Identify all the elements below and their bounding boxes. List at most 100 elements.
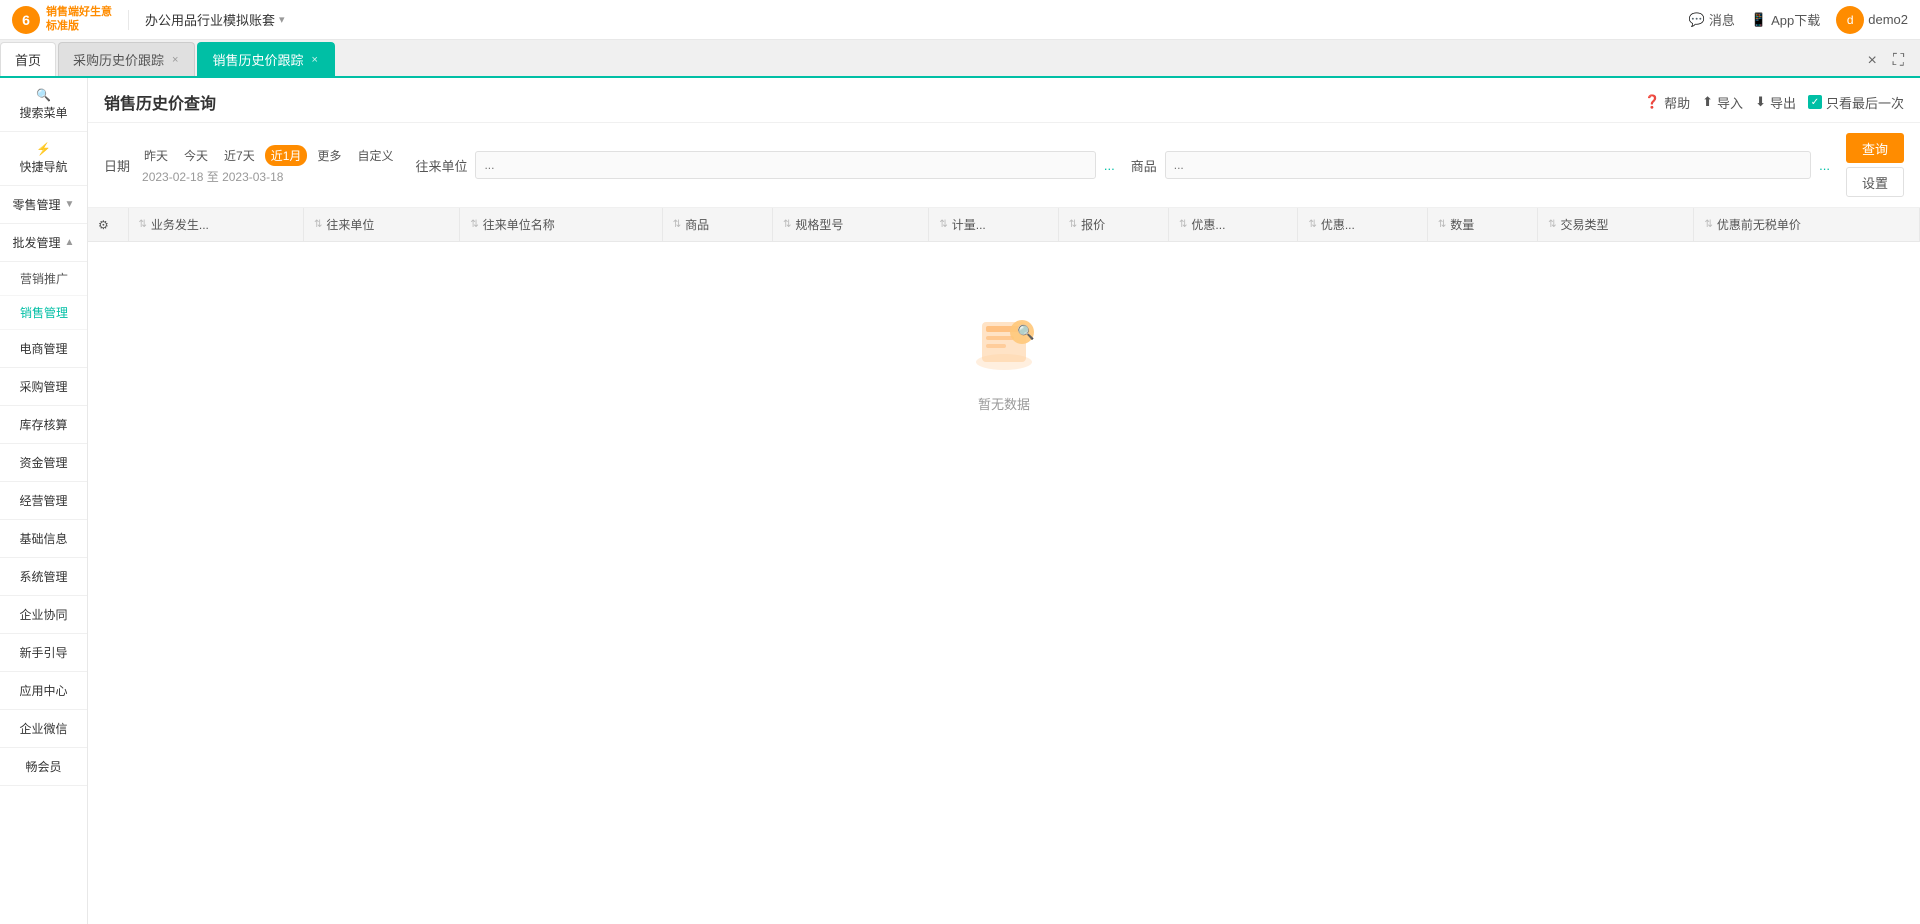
sidebar-item-label: 应用中心 bbox=[19, 682, 67, 699]
user-action[interactable]: d demo2 bbox=[1836, 6, 1908, 34]
sidebar-item-label: 电商管理 bbox=[19, 340, 67, 357]
table-header-row: ⚙ ⇅ 业务发生... ⇅ 往来单 bbox=[88, 208, 1920, 242]
sidebar-item-marketing[interactable]: 营销推广 bbox=[0, 262, 87, 296]
sidebar-item-label: 新手引导 bbox=[19, 644, 67, 661]
empty-text: 暂无数据 bbox=[978, 394, 1030, 413]
help-label: 帮助 bbox=[1664, 93, 1690, 112]
date-btn-today[interactable]: 今天 bbox=[178, 145, 214, 166]
message-label: 消息 bbox=[1709, 10, 1735, 29]
window-close-btn[interactable]: × bbox=[1863, 50, 1880, 72]
sort-icon: ⇅ bbox=[314, 219, 322, 230]
tab-sales-history[interactable]: 销售历史价跟踪 × bbox=[197, 42, 334, 76]
top-header: 6 销售端好生意 标准版 办公用品行业模拟账套 ▾ 💬 消息 📱 App下载 d… bbox=[0, 0, 1920, 40]
sidebar-item-label: 企业协同 bbox=[19, 606, 67, 623]
sidebar-item-basic-info[interactable]: 基础信息 bbox=[0, 520, 87, 558]
filter-bar: 日期 昨天 今天 近7天 近1月 更多 自定义 2023-02-18 至 202… bbox=[88, 123, 1920, 208]
th-pre-tax-price-label: 优惠前无税单价 bbox=[1717, 216, 1801, 233]
partner-dots-btn[interactable]: ... bbox=[1104, 158, 1115, 173]
date-btn-more[interactable]: 更多 bbox=[311, 145, 347, 166]
app-download-label: App下载 bbox=[1771, 10, 1820, 29]
th-unit[interactable]: ⇅ 计量... bbox=[929, 208, 1058, 242]
help-btn[interactable]: ❓ 帮助 bbox=[1644, 93, 1690, 112]
sidebar-item-app-center[interactable]: 应用中心 bbox=[0, 672, 87, 710]
header-right: 💬 消息 📱 App下载 d demo2 bbox=[1689, 6, 1908, 34]
app-download-action[interactable]: 📱 App下载 bbox=[1751, 10, 1820, 29]
th-biz-date[interactable]: ⇅ 业务发生... bbox=[128, 208, 304, 242]
date-btn-7days[interactable]: 近7天 bbox=[218, 145, 261, 166]
th-discount2[interactable]: ⇅ 优惠... bbox=[1298, 208, 1427, 242]
product-filter-group: 商品 ... bbox=[1131, 151, 1830, 179]
th-trade-type-label: 交易类型 bbox=[1561, 216, 1609, 233]
sidebar-item-new-guide[interactable]: 新手引导 bbox=[0, 634, 87, 672]
sort-icon: ⇅ bbox=[470, 219, 478, 230]
date-btn-1month[interactable]: 近1月 bbox=[265, 145, 308, 166]
sidebar-item-label: 系统管理 bbox=[19, 568, 67, 585]
th-pre-tax-price[interactable]: ⇅ 优惠前无税单价 bbox=[1694, 208, 1920, 242]
table-container: ⚙ ⇅ 业务发生... ⇅ 往来单 bbox=[88, 208, 1920, 924]
sidebar-item-search-menu[interactable]: 🔍 搜索菜单 bbox=[0, 78, 87, 132]
export-icon: ⬇ bbox=[1755, 94, 1766, 110]
import-btn[interactable]: ⬆ 导入 bbox=[1702, 93, 1743, 112]
sidebar-item-system-mgmt[interactable]: 系统管理 bbox=[0, 558, 87, 596]
th-quantity[interactable]: ⇅ 数量 bbox=[1427, 208, 1537, 242]
sort-icon: ⇅ bbox=[939, 219, 947, 230]
th-gear[interactable]: ⚙ bbox=[88, 208, 128, 242]
header-left: 6 销售端好生意 标准版 办公用品行业模拟账套 ▾ bbox=[12, 6, 285, 34]
user-label: demo2 bbox=[1868, 12, 1908, 27]
sort-icon: ⇅ bbox=[139, 219, 147, 230]
th-product[interactable]: ⇅ 商品 bbox=[662, 208, 772, 242]
query-button[interactable]: 查询 bbox=[1846, 133, 1904, 163]
sidebar-item-ecommerce-mgmt[interactable]: 电商管理 bbox=[0, 330, 87, 368]
quick-nav-icon: ⚡ bbox=[36, 142, 51, 156]
table-header: ⚙ ⇅ 业务发生... ⇅ 往来单 bbox=[88, 208, 1920, 242]
tab-sales-history-close[interactable]: × bbox=[309, 52, 319, 68]
sidebar-item-member[interactable]: 畅会员 bbox=[0, 748, 87, 786]
th-discount1-label: 优惠... bbox=[1191, 216, 1225, 233]
logo-icon: 6 bbox=[12, 6, 40, 34]
import-label: 导入 bbox=[1717, 93, 1743, 112]
th-quoted-price[interactable]: ⇅ 报价 bbox=[1058, 208, 1168, 242]
tab-home[interactable]: 首页 bbox=[0, 42, 56, 76]
tab-purchase-history-close[interactable]: × bbox=[170, 52, 180, 68]
sidebar-item-retail-mgmt[interactable]: 零售管理 ▼ bbox=[0, 186, 87, 224]
sort-icon: ⇅ bbox=[783, 219, 791, 230]
tab-purchase-history[interactable]: 采购历史价跟踪 × bbox=[58, 42, 195, 76]
settings-button[interactable]: 设置 bbox=[1846, 167, 1904, 197]
sidebar-item-inventory-check[interactable]: 库存核算 bbox=[0, 406, 87, 444]
sidebar-item-operation-mgmt[interactable]: 经营管理 bbox=[0, 482, 87, 520]
workspace-selector[interactable]: 办公用品行业模拟账套 ▾ bbox=[145, 10, 285, 29]
product-input[interactable] bbox=[1165, 151, 1811, 179]
th-partner-code[interactable]: ⇅ 往来单位 bbox=[304, 208, 460, 242]
th-spec[interactable]: ⇅ 规格型号 bbox=[773, 208, 929, 242]
sidebar-item-finance-mgmt[interactable]: 资金管理 bbox=[0, 444, 87, 482]
th-partner-name[interactable]: ⇅ 往来单位名称 bbox=[460, 208, 662, 242]
sidebar-item-label: 零售管理 bbox=[13, 196, 61, 213]
window-maximize-btn[interactable]: ⛶ bbox=[1889, 50, 1908, 72]
date-btn-yesterday[interactable]: 昨天 bbox=[138, 145, 174, 166]
sidebar-item-label: 采购管理 bbox=[19, 378, 67, 395]
only-last-label: 只看最后一次 bbox=[1826, 93, 1904, 112]
th-trade-type[interactable]: ⇅ 交易类型 bbox=[1538, 208, 1694, 242]
sidebar-item-quick-nav[interactable]: ⚡ 快捷导航 bbox=[0, 132, 87, 186]
sidebar-item-wholesale-mgmt[interactable]: 批发管理 ▲ bbox=[0, 224, 87, 262]
product-dots-btn[interactable]: ... bbox=[1819, 158, 1830, 173]
sidebar-item-enterprise-wechat[interactable]: 企业微信 bbox=[0, 710, 87, 748]
date-filters: 昨天 今天 近7天 近1月 更多 自定义 2023-02-18 至 2023-0… bbox=[138, 145, 399, 185]
tab-sales-history-label: 销售历史价跟踪 bbox=[212, 50, 303, 69]
th-quantity-label: 数量 bbox=[1450, 216, 1474, 233]
date-btn-custom[interactable]: 自定义 bbox=[351, 145, 399, 166]
sidebar-item-purchase-mgmt[interactable]: 采购管理 bbox=[0, 368, 87, 406]
only-last-checkbox[interactable]: ✓ 只看最后一次 bbox=[1808, 93, 1904, 112]
th-biz-date-label: 业务发生... bbox=[151, 216, 209, 233]
partner-input[interactable] bbox=[475, 151, 1095, 179]
content-area: 销售历史价查询 ❓ 帮助 ⬆ 导入 ⬇ 导出 ✓ bbox=[88, 78, 1920, 924]
export-btn[interactable]: ⬇ 导出 bbox=[1755, 93, 1796, 112]
sidebar-item-enterprise-collab[interactable]: 企业协同 bbox=[0, 596, 87, 634]
th-discount2-label: 优惠... bbox=[1321, 216, 1355, 233]
sidebar-item-label: 经营管理 bbox=[19, 492, 67, 509]
th-discount1[interactable]: ⇅ 优惠... bbox=[1169, 208, 1298, 242]
sidebar-item-label: 资金管理 bbox=[19, 454, 67, 471]
message-action[interactable]: 💬 消息 bbox=[1689, 10, 1735, 29]
tab-bar: 首页 采购历史价跟踪 × 销售历史价跟踪 × × ⛶ bbox=[0, 40, 1920, 78]
sidebar-item-sales-mgmt[interactable]: 销售管理 bbox=[0, 296, 87, 330]
